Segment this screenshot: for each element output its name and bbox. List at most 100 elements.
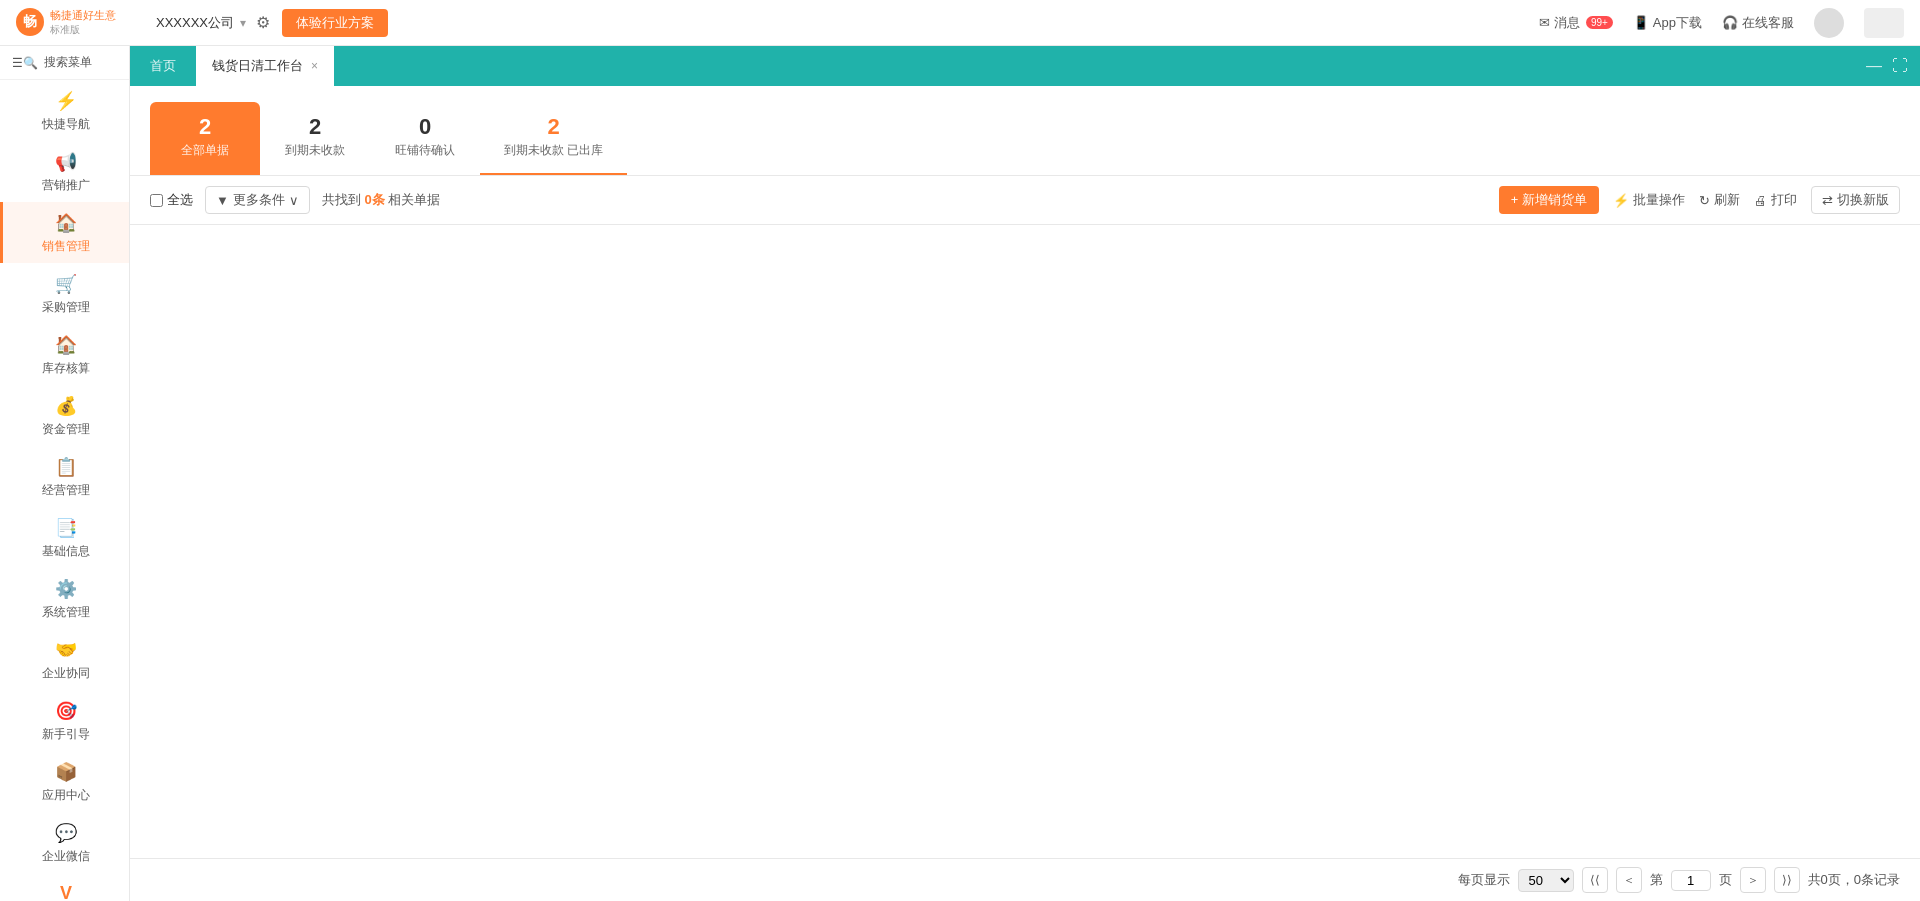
print-label: 打印 <box>1771 191 1797 209</box>
quick-nav-icon: ⚡ <box>55 90 77 112</box>
next-page-btn[interactable]: ＞ <box>1740 867 1766 893</box>
page-input[interactable] <box>1671 870 1711 891</box>
stat-number-pending: 0 <box>394 114 456 140</box>
stat-label-all: 全部单据 <box>174 142 236 159</box>
stat-card-pending[interactable]: 0 旺铺待确认 <box>370 102 480 175</box>
filter-button[interactable]: ▼ 更多条件 ∨ <box>205 186 310 214</box>
sidebar-item-guide[interactable]: 🎯 新手引导 <box>0 690 129 751</box>
switch-version-button[interactable]: ⇄ 切换新版 <box>1811 186 1900 214</box>
toolbar: 全选 ▼ 更多条件 ∨ 共找到 0条 相关单据 + 新增销货单 ⚡ 批量操 <box>130 176 1920 225</box>
inventory-icon: 🏠 <box>55 334 77 356</box>
system-icon: ⚙️ <box>55 578 77 600</box>
last-page-btn[interactable]: ⟩⟩ <box>1774 867 1800 893</box>
main-layout: ☰🔍 搜索菜单 ⚡ 快捷导航 📢 营销推广 🏠 销售管理 🛒 采购管理 🏠 库存… <box>0 46 1920 901</box>
sidebar-item-vip[interactable]: V 畅会员 <box>0 873 129 901</box>
app-name: 畅捷通好生意 <box>50 8 116 22</box>
stats-section: 2 全部单据 2 到期未收款 0 旺铺待确认 2 到期未收款 已出库 <box>130 86 1920 176</box>
app-center-icon: 📦 <box>55 761 77 783</box>
trial-button[interactable]: 体验行业方案 <box>282 9 388 37</box>
print-icon: 🖨 <box>1754 193 1767 208</box>
company-selector[interactable]: XXXXXX公司 ▾ <box>156 14 246 32</box>
service-icon: 🎧 <box>1722 15 1738 30</box>
add-sale-order-button[interactable]: + 新增销货单 <box>1499 186 1599 214</box>
maximize-icon[interactable]: ⛶ <box>1892 57 1908 75</box>
sidebar-item-wechat[interactable]: 💬 企业微信 <box>0 812 129 873</box>
batch-operation-btn[interactable]: ⚡ 批量操作 <box>1613 191 1685 209</box>
message-btn[interactable]: ✉ 消息 99+ <box>1539 14 1613 32</box>
guide-icon: 🎯 <box>55 700 77 722</box>
print-btn[interactable]: 🖨 打印 <box>1754 191 1797 209</box>
sidebar-label-app-center: 应用中心 <box>42 787 90 804</box>
tab-home[interactable]: 首页 <box>130 46 196 86</box>
tab-bar: 首页 钱货日清工作台 × — ⛶ <box>130 46 1920 86</box>
download-icon: 📱 <box>1633 15 1649 30</box>
message-label: 消息 <box>1554 14 1580 32</box>
sidebar-label-sales: 销售管理 <box>42 238 90 255</box>
gear-icon[interactable]: ⚙ <box>256 13 270 32</box>
user-info[interactable] <box>1864 8 1904 38</box>
tab-home-label: 首页 <box>150 57 176 75</box>
stat-number-overdue-shipped: 2 <box>504 114 603 140</box>
select-all-checkbox[interactable]: 全选 <box>150 191 193 209</box>
sidebar-item-app-center[interactable]: 📦 应用中心 <box>0 751 129 812</box>
search-menu-label: 搜索菜单 <box>44 54 92 71</box>
tab-close-icon[interactable]: × <box>311 59 318 73</box>
stat-card-overdue-shipped[interactable]: 2 到期未收款 已出库 <box>480 102 627 175</box>
marketing-icon: 📢 <box>55 151 77 173</box>
sidebar-item-marketing[interactable]: 📢 营销推广 <box>0 141 129 202</box>
search-menu-btn[interactable]: ☰🔍 搜索菜单 <box>0 46 129 80</box>
found-text: 共找到 0条 相关单据 <box>322 191 440 209</box>
chevron-down-icon: ▾ <box>240 16 246 30</box>
content-area: 首页 钱货日清工作台 × — ⛶ 2 全部单据 <box>130 46 1920 901</box>
company-name: XXXXXX公司 <box>156 14 234 32</box>
sidebar-item-sales[interactable]: 🏠 销售管理 <box>0 202 129 263</box>
sidebar-item-basic-info[interactable]: 📑 基础信息 <box>0 507 129 568</box>
stat-card-all[interactable]: 2 全部单据 <box>150 102 260 175</box>
pagination-bar: 每页显示 50 100 200 ⟨⟨ ＜ 第 页 ＞ ⟩⟩ 共0页，0条记录 <box>130 858 1920 901</box>
vip-icon: V <box>60 883 72 901</box>
app-download-btn[interactable]: 📱 App下载 <box>1633 14 1702 32</box>
stat-number-all: 2 <box>174 114 236 140</box>
avatar[interactable] <box>1814 8 1844 38</box>
sidebar-item-system[interactable]: ⚙️ 系统管理 <box>0 568 129 629</box>
tab-bar-actions: — ⛶ <box>1866 57 1920 75</box>
online-service-btn[interactable]: 🎧 在线客服 <box>1722 14 1794 32</box>
sidebar-item-cooperation[interactable]: 🤝 企业协同 <box>0 629 129 690</box>
sidebar-item-finance[interactable]: 💰 资金管理 <box>0 385 129 446</box>
stat-card-overdue[interactable]: 2 到期未收款 <box>260 102 370 175</box>
sidebar-label-cooperation: 企业协同 <box>42 665 90 682</box>
stat-number-overdue: 2 <box>284 114 346 140</box>
refresh-icon: ↻ <box>1699 193 1710 208</box>
per-page-select[interactable]: 50 100 200 <box>1518 869 1574 892</box>
search-icon: ☰🔍 <box>12 56 38 70</box>
stat-label-overdue-shipped: 到期未收款 已出库 <box>504 142 603 159</box>
filter-icon: ▼ <box>216 193 229 208</box>
sidebar-label-basic-info: 基础信息 <box>42 543 90 560</box>
logo-icon: 畅 <box>16 8 44 36</box>
batch-label: 批量操作 <box>1633 191 1685 209</box>
sidebar-item-inventory[interactable]: 🏠 库存核算 <box>0 324 129 385</box>
minimize-icon[interactable]: — <box>1866 57 1882 75</box>
found-prefix: 共找到 <box>322 192 361 207</box>
operations-icon: 📋 <box>55 456 77 478</box>
sidebar: ☰🔍 搜索菜单 ⚡ 快捷导航 📢 营销推广 🏠 销售管理 🛒 采购管理 🏠 库存… <box>0 46 130 901</box>
app-tag: 标准版 <box>50 23 116 37</box>
tab-current[interactable]: 钱货日清工作台 × <box>196 46 334 86</box>
sidebar-item-purchase[interactable]: 🛒 采购管理 <box>0 263 129 324</box>
top-header: 畅 畅捷通好生意 标准版 XXXXXX公司 ▾ ⚙ 体验行业方案 ✉ 消息 99… <box>0 0 1920 46</box>
sales-icon: 🏠 <box>55 212 77 234</box>
found-count: 0条 <box>365 192 385 207</box>
refresh-btn[interactable]: ↻ 刷新 <box>1699 191 1740 209</box>
stats-cards: 2 全部单据 2 到期未收款 0 旺铺待确认 2 到期未收款 已出库 <box>150 102 1900 175</box>
sidebar-item-quick-nav[interactable]: ⚡ 快捷导航 <box>0 80 129 141</box>
message-badge: 99+ <box>1586 16 1613 29</box>
select-all-input[interactable] <box>150 194 163 207</box>
total-label: 共0页，0条记录 <box>1808 871 1900 889</box>
sidebar-label-quick-nav: 快捷导航 <box>42 116 90 133</box>
toolbar-right: + 新增销货单 ⚡ 批量操作 ↻ 刷新 🖨 打印 ⇄ <box>1499 186 1900 214</box>
logo-area: 畅 畅捷通好生意 标准版 <box>16 8 146 36</box>
sidebar-item-operations[interactable]: 📋 经营管理 <box>0 446 129 507</box>
page-suffix: 页 <box>1719 871 1732 889</box>
first-page-btn[interactable]: ⟨⟨ <box>1582 867 1608 893</box>
prev-page-btn[interactable]: ＜ <box>1616 867 1642 893</box>
